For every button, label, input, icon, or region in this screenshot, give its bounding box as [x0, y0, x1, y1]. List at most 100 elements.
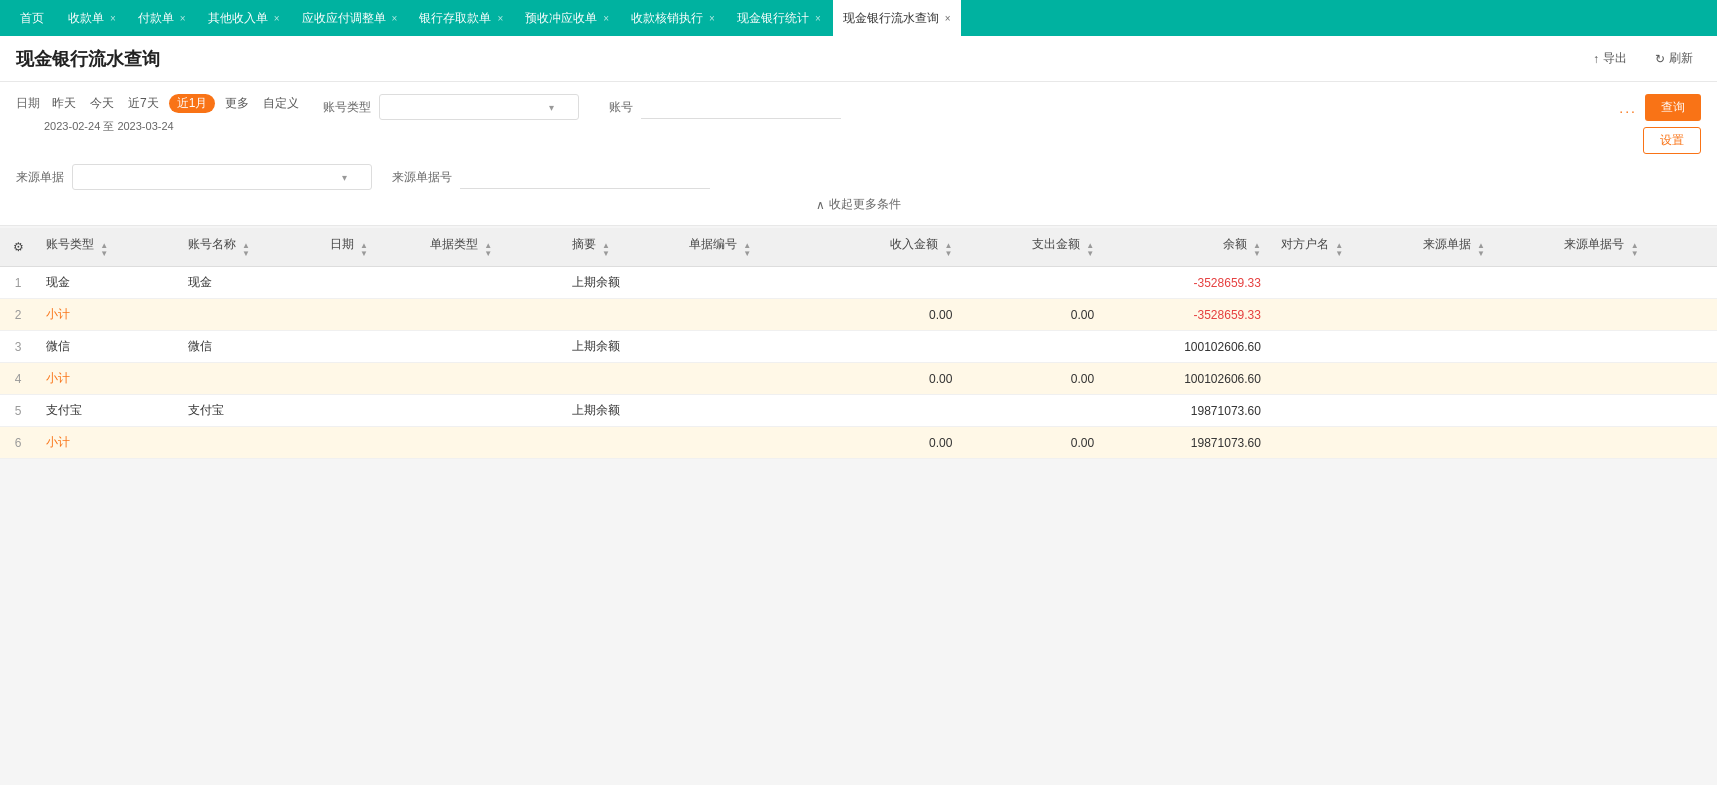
cell-summary [562, 427, 679, 459]
date-option-custom[interactable]: 自定义 [259, 94, 303, 113]
cell-doc-no [679, 331, 821, 363]
column-balance[interactable]: 余额 ▲▼ [1104, 228, 1271, 267]
row-number: 5 [0, 395, 36, 427]
close-icon[interactable]: × [815, 13, 821, 24]
cell-summary [562, 363, 679, 395]
cell-doc-type [420, 331, 562, 363]
column-account-name[interactable]: 账号名称 ▲▼ [178, 228, 320, 267]
header-actions: ↑ 导出 ↻ 刷新 [1585, 46, 1701, 71]
account-input[interactable] [641, 95, 841, 119]
table-row: 4 小计 0.00 0.00 100102606.60 [0, 363, 1717, 395]
cell-balance: -3528659.33 [1104, 299, 1271, 331]
table-row: 1 现金 现金 上期余额 -3528659.33 [0, 267, 1717, 299]
nav-tab-xianjinyinhang[interactable]: 现金银行统计 × [727, 4, 831, 32]
column-income[interactable]: 收入金额 ▲▼ [821, 228, 963, 267]
cell-source-doc [1413, 363, 1555, 395]
query-button[interactable]: 查询 [1645, 94, 1701, 121]
nav-tab-shoukuanhexiao[interactable]: 收款核销执行 × [621, 4, 725, 32]
cell-summary: 上期余额 [562, 331, 679, 363]
cell-expense [962, 267, 1104, 299]
account-type-select[interactable]: ▾ [379, 94, 579, 120]
close-icon[interactable]: × [497, 13, 503, 24]
close-icon[interactable]: × [180, 13, 186, 24]
close-icon[interactable]: × [392, 13, 398, 24]
source-doc-select[interactable]: ▾ [72, 164, 372, 190]
date-filter-label: 日期 [16, 95, 40, 112]
cell-doc-no [679, 267, 821, 299]
nav-tab-liushui[interactable]: 现金银行流水查询 × [833, 0, 961, 36]
column-summary[interactable]: 摘要 ▲▼ [562, 228, 679, 267]
cell-counterpart [1271, 267, 1413, 299]
nav-tab-shoukuandan[interactable]: 收款单 × [58, 4, 126, 32]
export-icon: ↑ [1593, 52, 1599, 66]
nav-tab-qitashouru[interactable]: 其他收入单 × [198, 4, 290, 32]
close-icon[interactable]: × [274, 13, 280, 24]
column-counterpart[interactable]: 对方户名 ▲▼ [1271, 228, 1413, 267]
nav-tab-fukuandan[interactable]: 付款单 × [128, 4, 196, 32]
gear-icon: ⚙ [13, 240, 24, 254]
date-option-7days[interactable]: 近7天 [124, 94, 163, 113]
cell-source-doc-no [1554, 395, 1717, 427]
column-gear[interactable]: ⚙ [0, 228, 36, 267]
date-option-yesterday[interactable]: 昨天 [48, 94, 80, 113]
cell-account-name [178, 299, 320, 331]
cell-source-doc-no [1554, 331, 1717, 363]
account-filter: 账号 [609, 95, 841, 119]
close-icon[interactable]: × [603, 13, 609, 24]
cell-doc-no [679, 427, 821, 459]
account-type-label: 账号类型 [323, 99, 371, 116]
cell-income [821, 395, 963, 427]
sort-arrows-icon: ▲▼ [360, 242, 368, 258]
column-date[interactable]: 日期 ▲▼ [320, 228, 420, 267]
nav-tab-yingshouyingfu[interactable]: 应收应付调整单 × [292, 4, 408, 32]
source-doc-num-filter: 来源单据号 [392, 165, 710, 189]
cell-source-doc-no [1554, 299, 1717, 331]
cell-income: 0.00 [821, 427, 963, 459]
cell-doc-type [420, 363, 562, 395]
cell-doc-type [420, 427, 562, 459]
cell-balance: 19871073.60 [1104, 395, 1271, 427]
column-doc-type[interactable]: 单据类型 ▲▼ [420, 228, 562, 267]
cell-source-doc-no [1554, 267, 1717, 299]
filter-area: 日期 昨天 今天 近7天 近1月 更多 自定义 2023-02-24 至 202… [0, 82, 1717, 226]
source-doc-label: 来源单据 [16, 169, 64, 186]
cell-date [320, 427, 420, 459]
source-doc-num-input[interactable] [460, 165, 710, 189]
cell-source-doc-no [1554, 427, 1717, 459]
cell-source-doc [1413, 427, 1555, 459]
date-option-more[interactable]: 更多 [221, 94, 253, 113]
page-title: 现金银行流水查询 [16, 47, 160, 71]
collapse-bar[interactable]: ∧ 收起更多条件 [16, 196, 1701, 213]
cell-income: 0.00 [821, 363, 963, 395]
export-button[interactable]: ↑ 导出 [1585, 46, 1635, 71]
cell-income [821, 331, 963, 363]
date-option-today[interactable]: 今天 [86, 94, 118, 113]
column-account-type[interactable]: 账号类型 ▲▼ [36, 228, 178, 267]
column-source-doc[interactable]: 来源单据 ▲▼ [1413, 228, 1555, 267]
cell-date [320, 267, 420, 299]
source-doc-filter: 来源单据 ▾ [16, 164, 372, 190]
date-option-1month[interactable]: 近1月 [169, 94, 216, 113]
column-expense[interactable]: 支出金额 ▲▼ [962, 228, 1104, 267]
table-header-row: ⚙ 账号类型 ▲▼ 账号名称 ▲▼ 日期 ▲▼ 单据类型 ▲▼ [0, 228, 1717, 267]
sort-arrows-icon: ▲▼ [1086, 242, 1094, 258]
sort-arrows-icon: ▲▼ [242, 242, 250, 258]
close-icon[interactable]: × [110, 13, 116, 24]
nav-tab-yinhangcunkuan[interactable]: 银行存取款单 × [409, 4, 513, 32]
table-row: 5 支付宝 支付宝 上期余额 19871073.60 [0, 395, 1717, 427]
sort-arrows-icon: ▲▼ [1477, 242, 1485, 258]
nav-tab-yushou[interactable]: 预收冲应收单 × [515, 4, 619, 32]
more-options-button[interactable]: ... [1619, 100, 1637, 116]
refresh-button[interactable]: ↻ 刷新 [1647, 46, 1701, 71]
sort-arrows-icon: ▲▼ [100, 242, 108, 258]
nav-home[interactable]: 首页 [8, 0, 56, 36]
close-icon[interactable]: × [709, 13, 715, 24]
cell-account-type: 支付宝 [36, 395, 178, 427]
sort-arrows-icon: ▲▼ [1631, 242, 1639, 258]
column-doc-no[interactable]: 单据编号 ▲▼ [679, 228, 821, 267]
setting-button[interactable]: 设置 [1643, 127, 1701, 154]
chevron-down-icon: ▾ [342, 172, 347, 183]
close-icon[interactable]: × [945, 13, 951, 24]
column-source-doc-no[interactable]: 来源单据号 ▲▼ [1554, 228, 1717, 267]
cell-doc-type [420, 395, 562, 427]
